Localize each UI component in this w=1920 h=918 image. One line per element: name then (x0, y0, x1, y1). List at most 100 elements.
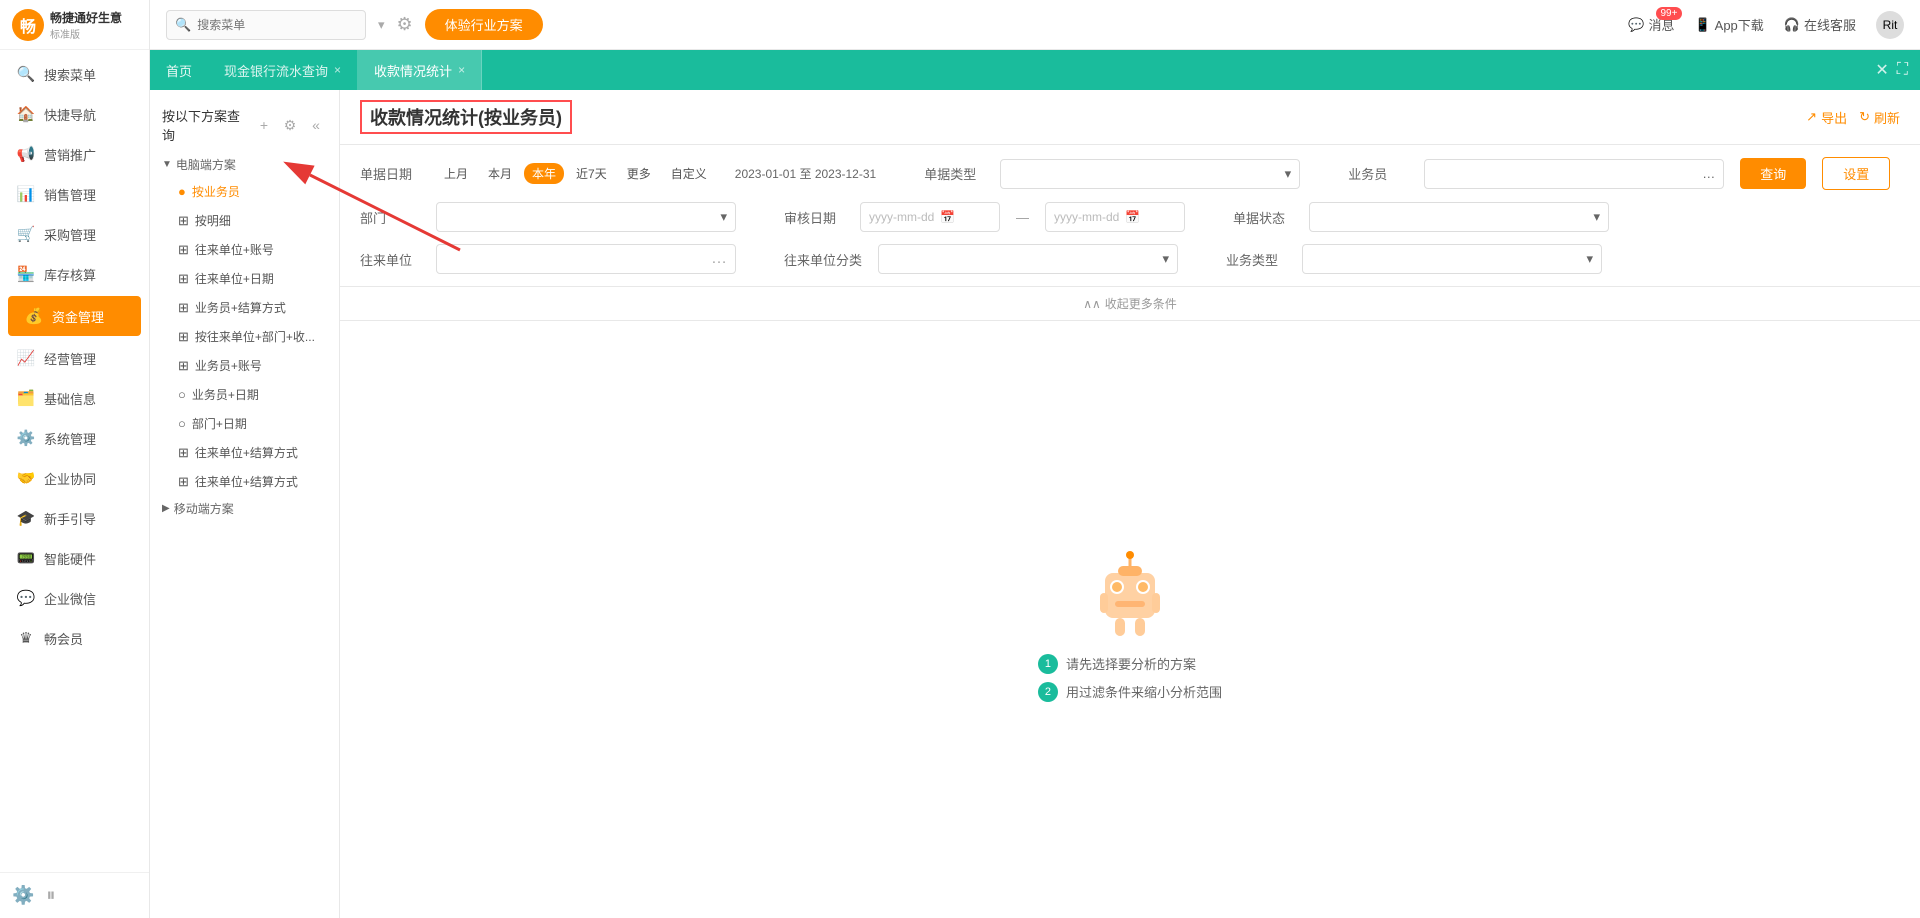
sidebar-item-marketing[interactable]: 📢 营销推广 (0, 134, 149, 174)
doc-status-select[interactable]: ▾ (1309, 202, 1609, 232)
review-date-end[interactable]: yyyy-mm-dd 📅 (1045, 202, 1185, 232)
doc-status-chevron-icon: ▾ (1593, 209, 1600, 225)
settings-scheme-button[interactable]: ⚙ (279, 114, 301, 136)
review-date-start[interactable]: yyyy-mm-dd 📅 (860, 202, 1000, 232)
scheme-item-detail[interactable]: ⊞ 按明细 (150, 206, 339, 235)
scheme-group-desktop-header[interactable]: ▼ 电脑端方案 (150, 152, 339, 177)
scheme-item-unit-account[interactable]: ⊞ 往来单位+账号 (150, 235, 339, 264)
robot-illustration (1080, 538, 1180, 638)
sidebar-item-wechat[interactable]: 💬 企业微信 (0, 578, 149, 618)
panel-header-icons: + ⚙ « (253, 114, 327, 136)
tab-collection-stats[interactable]: 收款情况统计 × (358, 50, 482, 90)
group-desktop-label: 电脑端方案 (176, 156, 236, 173)
tab-bank-flow-close[interactable]: × (334, 63, 341, 77)
doc-type-select[interactable]: ▾ (1000, 159, 1300, 189)
counterparty-input[interactable]: … (436, 244, 736, 274)
export-button[interactable]: ↗ 导出 (1806, 108, 1847, 127)
chevron-down-icon[interactable]: ▾ (378, 17, 385, 33)
date-tab-thisyear[interactable]: 本年 (524, 163, 564, 184)
date-tab-7days[interactable]: 近7天 (568, 163, 615, 184)
maximize-icon[interactable]: ⛶ (1897, 61, 1908, 79)
collapse-bar[interactable]: ∧∧ 收起更多条件 (340, 287, 1920, 321)
close-window-icon[interactable]: ✕ (1875, 60, 1888, 80)
sidebar-item-corp[interactable]: 🤝 企业协同 (0, 458, 149, 498)
sidebar-item-search[interactable]: 🔍 搜索菜单 (0, 54, 149, 94)
scheme-item-unit-dept[interactable]: ⊞ 按往来单位+部门+收... (150, 322, 339, 351)
collapse-chevron-icon: ∧∧ (1083, 297, 1101, 311)
sidebar-item-quicknav[interactable]: 🏠 快捷导航 (0, 94, 149, 134)
settings-bottom-icon[interactable]: ⚙️ (12, 885, 34, 906)
filter-area: 单据日期 上月 本月 本年 近7天 更多 自定义 2023-01-01 至 20… (340, 145, 1920, 287)
query-button[interactable]: 查询 (1740, 158, 1806, 189)
filter-row-2: 部门 ▾ 审核日期 yyyy-mm-dd 📅 — yyyy-mm-dd 📅 (360, 202, 1900, 232)
scheme-icon-unit-settle2: ⊞ (178, 474, 189, 490)
hardware-icon: 📟 (16, 548, 36, 568)
app-icon: 📱 (1694, 17, 1710, 33)
date-label: 单据日期 (360, 164, 420, 183)
left-panel: 按以下方案查询 + ⚙ « ▼ 电脑端方案 ● 按业务员 ⊞ (150, 90, 340, 918)
search-input[interactable] (197, 18, 357, 32)
gear-icon[interactable]: ⚙ (397, 14, 413, 35)
sidebar-item-sales[interactable]: 📊 销售管理 (0, 174, 149, 214)
home-icon: 🏠 (16, 104, 36, 124)
tip-item-2: 2 用过滤条件来缩小分析范围 (1038, 682, 1222, 702)
sidebar-item-system[interactable]: ⚙️ 系统管理 (0, 418, 149, 458)
online-service-button[interactable]: 🎧 在线客服 (1784, 15, 1856, 34)
sidebar-item-member-label: 畅会员 (44, 629, 83, 648)
empty-tips: 1 请先选择要分析的方案 2 用过滤条件来缩小分析范围 (1038, 654, 1222, 702)
sidebar-item-finance[interactable]: 💰 资金管理 (8, 296, 141, 336)
add-scheme-button[interactable]: + (253, 114, 275, 136)
salesman-select[interactable]: … (1424, 159, 1724, 189)
inventory-icon: 🏪 (16, 264, 36, 284)
sidebar-item-hardware[interactable]: 📟 智能硬件 (0, 538, 149, 578)
calendar-start-icon: 📅 (940, 210, 955, 224)
scheme-group-mobile-header[interactable]: ▶ 移动端方案 (150, 496, 339, 521)
scheme-item-unit-date[interactable]: ⊞ 往来单位+日期 (150, 264, 339, 293)
date-tab-more[interactable]: 更多 (619, 163, 659, 184)
date-tabs: 上月 本月 本年 近7天 更多 自定义 (436, 163, 715, 184)
scheme-item-by-salesman[interactable]: ● 按业务员 (150, 177, 339, 206)
topbar-search[interactable]: 🔍 (166, 10, 366, 40)
dept-select[interactable]: ▾ (436, 202, 736, 232)
app-download-button[interactable]: 📱 App下载 (1694, 15, 1763, 34)
user-avatar[interactable]: Rit (1876, 11, 1904, 39)
sidebar-item-purchase[interactable]: 🛒 采购管理 (0, 214, 149, 254)
scheme-icon-detail: ⊞ (178, 213, 189, 229)
tab-bank-flow[interactable]: 现金银行流水查询 × (208, 50, 358, 90)
message-icon: 💬 (1628, 17, 1644, 33)
sidebar-item-inventory[interactable]: 🏪 库存核算 (0, 254, 149, 294)
trial-button[interactable]: 体验行业方案 (425, 9, 543, 40)
message-button[interactable]: 💬 消息 99+ (1628, 15, 1674, 34)
sidebar-item-inventory-label: 库存核算 (44, 265, 96, 284)
scheme-label-dept-date: 部门+日期 (192, 415, 247, 432)
refresh-button[interactable]: ↻ 刷新 (1859, 108, 1900, 127)
tab-home[interactable]: 首页 (150, 50, 208, 90)
sidebar-item-basic[interactable]: 🗂️ 基础信息 (0, 378, 149, 418)
content-area: 按以下方案查询 + ⚙ « ▼ 电脑端方案 ● 按业务员 ⊞ (150, 90, 1920, 918)
counterparty-category-select[interactable]: ▾ (878, 244, 1178, 274)
scheme-item-salesman-date[interactable]: ○ 业务员+日期 (150, 380, 339, 409)
scheme-item-salesman-account[interactable]: ⊞ 业务员+账号 (150, 351, 339, 380)
setting-button[interactable]: 设置 (1822, 157, 1890, 190)
sidebar-item-ops[interactable]: 📈 经营管理 (0, 338, 149, 378)
collapse-icon[interactable]: ⏸ (46, 885, 55, 906)
biz-type-label: 业务类型 (1226, 250, 1286, 269)
date-tab-custom[interactable]: 自定义 (663, 163, 715, 184)
scheme-item-unit-settle2[interactable]: ⊞ 往来单位+结算方式 (150, 467, 339, 496)
sidebar-item-guide[interactable]: 🎓 新手引导 (0, 498, 149, 538)
date-tab-thismonth[interactable]: 本月 (480, 163, 520, 184)
date-tab-lastmonth[interactable]: 上月 (436, 163, 476, 184)
scheme-icon-salesman-settle: ⊞ (178, 300, 189, 316)
scheme-item-unit-settle1[interactable]: ⊞ 往来单位+结算方式 (150, 438, 339, 467)
tabs-right: ✕ ⛶ (1863, 50, 1920, 90)
calendar-end-icon: 📅 (1125, 210, 1140, 224)
counterparty-dots-icon[interactable]: … (711, 250, 727, 268)
collapse-panel-button[interactable]: « (305, 114, 327, 136)
scheme-label-unit-dept: 按往来单位+部门+收... (195, 328, 315, 345)
biz-type-select[interactable]: ▾ (1302, 244, 1602, 274)
tab-collection-stats-label: 收款情况统计 (374, 61, 452, 80)
sidebar-item-member[interactable]: ♛ 畅会员 (0, 618, 149, 658)
tab-collection-stats-close[interactable]: × (458, 63, 465, 77)
scheme-item-salesman-settle[interactable]: ⊞ 业务员+结算方式 (150, 293, 339, 322)
scheme-item-dept-date[interactable]: ○ 部门+日期 (150, 409, 339, 438)
